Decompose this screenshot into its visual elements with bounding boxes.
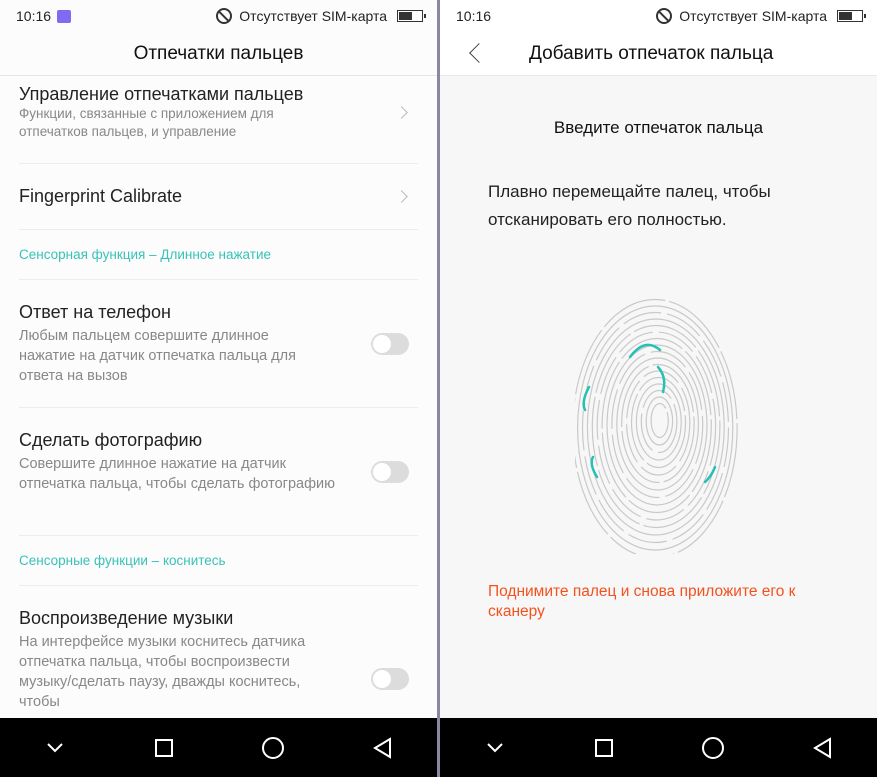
navigation-bar-right — [440, 718, 877, 777]
fingerprint-ridge — [635, 383, 682, 461]
item-subtitle: Совершите длинное нажатие на датчик отпе… — [19, 456, 335, 492]
sim-status: Отсутствует SIM-карта — [239, 8, 387, 24]
home-button[interactable] — [253, 728, 293, 768]
warning-message: Поднимите палец и снова приложите его к … — [488, 583, 796, 620]
chevron-right-icon — [395, 190, 408, 203]
image-notification-icon — [57, 9, 72, 23]
fingerprint-calibrate-item[interactable]: Fingerprint Calibrate — [19, 164, 418, 230]
no-sim-icon — [656, 8, 673, 24]
fingerprint-ridge — [621, 363, 695, 484]
take-photo-toggle[interactable] — [371, 461, 409, 483]
back-button[interactable] — [362, 728, 402, 768]
battery-icon — [397, 10, 426, 22]
add-fingerprint-screen: 10:16 Отсутствует SIM-карта Добавить отп… — [440, 0, 877, 718]
fingerprint-ridge — [650, 402, 669, 439]
item-title: Сделать фотографию — [19, 430, 203, 450]
item-title: Fingerprint Calibrate — [19, 186, 183, 206]
chevron-down-icon[interactable] — [475, 728, 515, 768]
take-photo-item[interactable]: Сделать фотографию Совершите длинное наж… — [19, 408, 418, 536]
sim-status: Отсутствует SIM-карта — [679, 8, 827, 24]
music-playback-item[interactable]: Воспроизведение музыки На интерфейсе муз… — [19, 586, 418, 718]
home-button[interactable] — [693, 728, 733, 768]
manage-fingerprints-item[interactable]: Управление отпечатками пальцев Функции, … — [19, 76, 418, 164]
battery-icon — [837, 10, 866, 22]
clock: 10:16 — [16, 8, 52, 24]
music-playback-toggle[interactable] — [371, 668, 409, 690]
status-bar: 10:16 Отсутствует SIM-карта — [440, 0, 877, 32]
answer-call-toggle[interactable] — [371, 333, 409, 355]
fingerprint-icon — [575, 298, 738, 554]
back-arrow-icon[interactable] — [469, 43, 489, 63]
fingerprint-ridge — [611, 350, 704, 499]
fingerprint-ridge — [575, 298, 738, 554]
navigation-bar-left — [0, 718, 437, 777]
enroll-instruction: Плавно перемещайте палец, чтобы отсканир… — [488, 182, 771, 229]
item-title: Воспроизведение музыки — [19, 608, 234, 628]
item-title: Управление отпечатками пальцев — [19, 84, 304, 104]
answer-call-item[interactable]: Ответ на телефон Любым пальцем совершите… — [19, 280, 418, 408]
header: Добавить отпечаток пальца — [440, 32, 877, 76]
item-title: Ответ на телефон — [19, 302, 171, 322]
fingerprint-ridge — [576, 305, 734, 551]
clock: 10:16 — [456, 8, 492, 24]
page-title: Добавить отпечаток пальца — [529, 42, 774, 64]
section-header-touch: Сенсорные функции – коснитесь — [19, 536, 418, 586]
page-title: Отпечатки пальцев — [0, 32, 437, 76]
fingerprint-settings-screen: 10:16 Отсутствует SIM-карта Отпечатки па… — [0, 0, 437, 718]
status-bar: 10:16 Отсутствует SIM-карта — [0, 0, 437, 32]
section-header-long-press: Сенсорная функция – Длинное нажатие — [19, 230, 418, 280]
enroll-heading: Введите отпечаток пальца — [553, 118, 764, 137]
chevron-down-icon[interactable] — [35, 728, 75, 768]
item-subtitle: Любым пальцем совершите длинное нажатие … — [19, 328, 296, 384]
item-subtitle: На интерфейсе музыки коснитесь датчика о… — [19, 634, 306, 710]
item-subtitle: Функции, связанные с приложением для отп… — [19, 106, 274, 139]
back-button[interactable] — [802, 728, 842, 768]
no-sim-icon — [216, 8, 233, 24]
recents-button[interactable] — [584, 728, 624, 768]
recents-button[interactable] — [144, 728, 184, 768]
chevron-right-icon — [395, 106, 408, 119]
